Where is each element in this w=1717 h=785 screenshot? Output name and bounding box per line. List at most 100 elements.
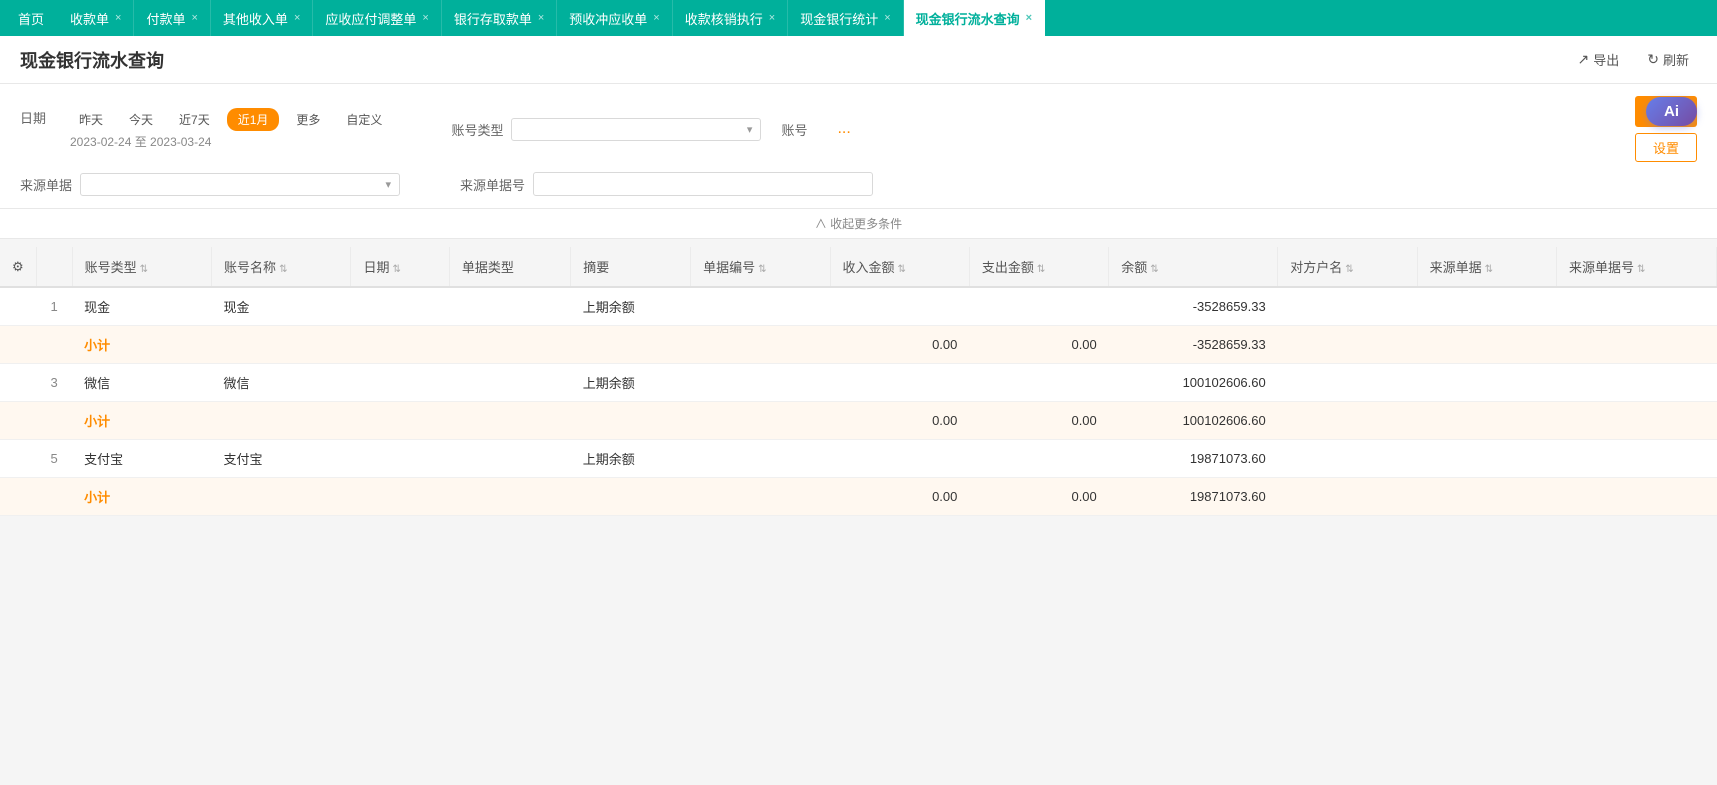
nav-tab[interactable]: 银行存取款单× xyxy=(442,0,557,36)
sort-icon-doc_no: ⇅ xyxy=(758,264,766,275)
cell-source_doc xyxy=(1417,326,1556,364)
cell-counterparty xyxy=(1278,440,1417,478)
nav-tab-close[interactable]: × xyxy=(538,12,544,24)
cell-doc_type xyxy=(449,364,570,402)
cell-summary: 上期余额 xyxy=(571,287,691,326)
col-balance[interactable]: 余额⇅ xyxy=(1109,247,1278,287)
date-shortcut-近1月[interactable]: 近1月 xyxy=(227,108,280,131)
ai-badge[interactable]: Ai xyxy=(1646,97,1697,126)
cell-gear xyxy=(0,364,36,402)
cell-counterparty xyxy=(1278,326,1417,364)
cell-account_type: 微信 xyxy=(72,364,211,402)
gear-icon[interactable]: ⚙ xyxy=(12,259,24,274)
cell-doc_no xyxy=(691,478,830,516)
cell-source_doc xyxy=(1417,478,1556,516)
col-expense[interactable]: 支出金额⇅ xyxy=(969,247,1108,287)
date-range: 2023-02-24 至 2023-03-24 xyxy=(70,133,391,150)
nav-tab-label: 收款核销执行 xyxy=(685,9,763,28)
nav-tab[interactable]: 其他收入单× xyxy=(211,0,313,36)
cell-summary xyxy=(571,402,691,440)
refresh-button[interactable]: ↻ 刷新 xyxy=(1639,46,1697,73)
col-counterparty[interactable]: 对方户名⇅ xyxy=(1278,247,1417,287)
account-type-select[interactable]: ▾ xyxy=(511,118,761,141)
cell-account_name: 微信 xyxy=(212,364,351,402)
nav-tab-label: 付款单 xyxy=(146,9,185,28)
nav-tab-close[interactable]: × xyxy=(769,12,775,24)
cell-income: 0.00 xyxy=(830,402,969,440)
date-shortcut-更多[interactable]: 更多 xyxy=(287,108,329,131)
account-filter: 账号 ... xyxy=(781,120,858,139)
nav-tab-close[interactable]: × xyxy=(294,12,300,24)
nav-tab[interactable]: 付款单 × xyxy=(134,0,210,36)
cell-doc_type xyxy=(449,326,570,364)
cell-date xyxy=(351,402,449,440)
account-type-arrow: ▾ xyxy=(747,123,753,136)
date-shortcut-昨天[interactable]: 昨天 xyxy=(70,108,112,131)
nav-tab[interactable]: 收款单× xyxy=(58,0,134,36)
filter-section: 日期 昨天今天近7天近1月更多自定义 2023-02-24 至 2023-03-… xyxy=(0,84,1717,209)
cell-expense: 0.00 xyxy=(969,478,1108,516)
source-doc-select[interactable]: ▾ xyxy=(80,173,400,196)
filter-row-2: 来源单据 ▾ 来源单据号 xyxy=(20,172,1697,196)
col-source_doc_no[interactable]: 来源单据号⇅ xyxy=(1557,247,1717,287)
settings-button[interactable]: 设置 xyxy=(1635,133,1697,162)
col-account_type[interactable]: 账号类型⇅ xyxy=(72,247,211,287)
sort-icon-date: ⇅ xyxy=(392,264,400,275)
sort-icon-expense: ⇅ xyxy=(1037,264,1045,275)
cell-gear xyxy=(0,287,36,326)
export-button[interactable]: ↗ 导出 xyxy=(1570,46,1628,73)
nav-tab-close[interactable]: × xyxy=(191,12,197,24)
cell-account_type: 小计 xyxy=(72,478,211,516)
nav-tab[interactable]: 现金银行统计× xyxy=(788,0,903,36)
nav-tab-close[interactable]: × xyxy=(115,12,121,24)
col-doc_type: 单据类型 xyxy=(449,247,570,287)
cell-counterparty xyxy=(1278,478,1417,516)
date-shortcut-自定义[interactable]: 自定义 xyxy=(337,108,391,131)
nav-tabs: 收款单×付款单×其他收入单×应收应付调整单×银行存取款单×预收冲应收单×收款核销… xyxy=(58,0,1045,36)
sort-icon-counterparty: ⇅ xyxy=(1345,264,1353,275)
source-doc-no-label: 来源单据号 xyxy=(460,175,525,194)
cell-source_doc xyxy=(1417,364,1556,402)
col-source_doc[interactable]: 来源单据⇅ xyxy=(1417,247,1556,287)
nav-tab-close[interactable]: × xyxy=(653,12,659,24)
cell-gear xyxy=(0,440,36,478)
nav-tab[interactable]: 应收应付调整单 × xyxy=(313,0,441,36)
collapse-bar[interactable]: ∧ 收起更多条件 xyxy=(0,209,1717,239)
nav-tab-close[interactable]: × xyxy=(884,12,890,24)
cell-date xyxy=(351,287,449,326)
nav-home-label: 首页 xyxy=(18,9,44,28)
date-shortcut-近7天[interactable]: 近7天 xyxy=(170,108,219,131)
nav-tab-label: 现金银行流水查询 xyxy=(916,9,1020,28)
cell-account_name: 支付宝 xyxy=(212,440,351,478)
nav-tab[interactable]: 预收冲应收单× xyxy=(557,0,672,36)
export-icon: ↗ xyxy=(1578,51,1590,68)
cell-doc_type xyxy=(449,402,570,440)
cell-doc_no xyxy=(691,364,830,402)
col-doc_no[interactable]: 单据编号⇅ xyxy=(691,247,830,287)
col-account_name[interactable]: 账号名称⇅ xyxy=(212,247,351,287)
account-more-dots[interactable]: ... xyxy=(837,120,850,138)
cell-doc_type xyxy=(449,478,570,516)
export-label: 导出 xyxy=(1593,50,1619,69)
date-shortcut-今天[interactable]: 今天 xyxy=(120,108,162,131)
col-income[interactable]: 收入金额⇅ xyxy=(830,247,969,287)
table-container: ⚙账号类型⇅账号名称⇅日期⇅单据类型摘要单据编号⇅收入金额⇅支出金额⇅余额⇅对方… xyxy=(0,247,1717,516)
nav-tab-close[interactable]: × xyxy=(422,12,428,24)
cell-idx: 5 xyxy=(36,440,72,478)
nav-tab[interactable]: 现金银行流水查询 × xyxy=(904,0,1045,36)
cell-summary: 上期余额 xyxy=(571,364,691,402)
cell-balance: -3528659.33 xyxy=(1109,326,1278,364)
cell-source_doc xyxy=(1417,440,1556,478)
nav-tab-label: 应收应付调整单 xyxy=(325,9,416,28)
table-body: 1现金现金上期余额-3528659.33小计0.000.00-3528659.3… xyxy=(0,287,1717,516)
cell-income: 0.00 xyxy=(830,326,969,364)
source-doc-no-input[interactable] xyxy=(533,172,873,196)
date-shortcuts: 昨天今天近7天近1月更多自定义 xyxy=(70,108,391,131)
col-date[interactable]: 日期⇅ xyxy=(351,247,449,287)
cell-balance: 19871073.60 xyxy=(1109,440,1278,478)
nav-home[interactable]: 首页 xyxy=(4,0,58,36)
cell-account_type: 小计 xyxy=(72,326,211,364)
nav-tab-close[interactable]: × xyxy=(1026,12,1032,24)
data-table: ⚙账号类型⇅账号名称⇅日期⇅单据类型摘要单据编号⇅收入金额⇅支出金额⇅余额⇅对方… xyxy=(0,247,1717,516)
nav-tab[interactable]: 收款核销执行 × xyxy=(673,0,788,36)
